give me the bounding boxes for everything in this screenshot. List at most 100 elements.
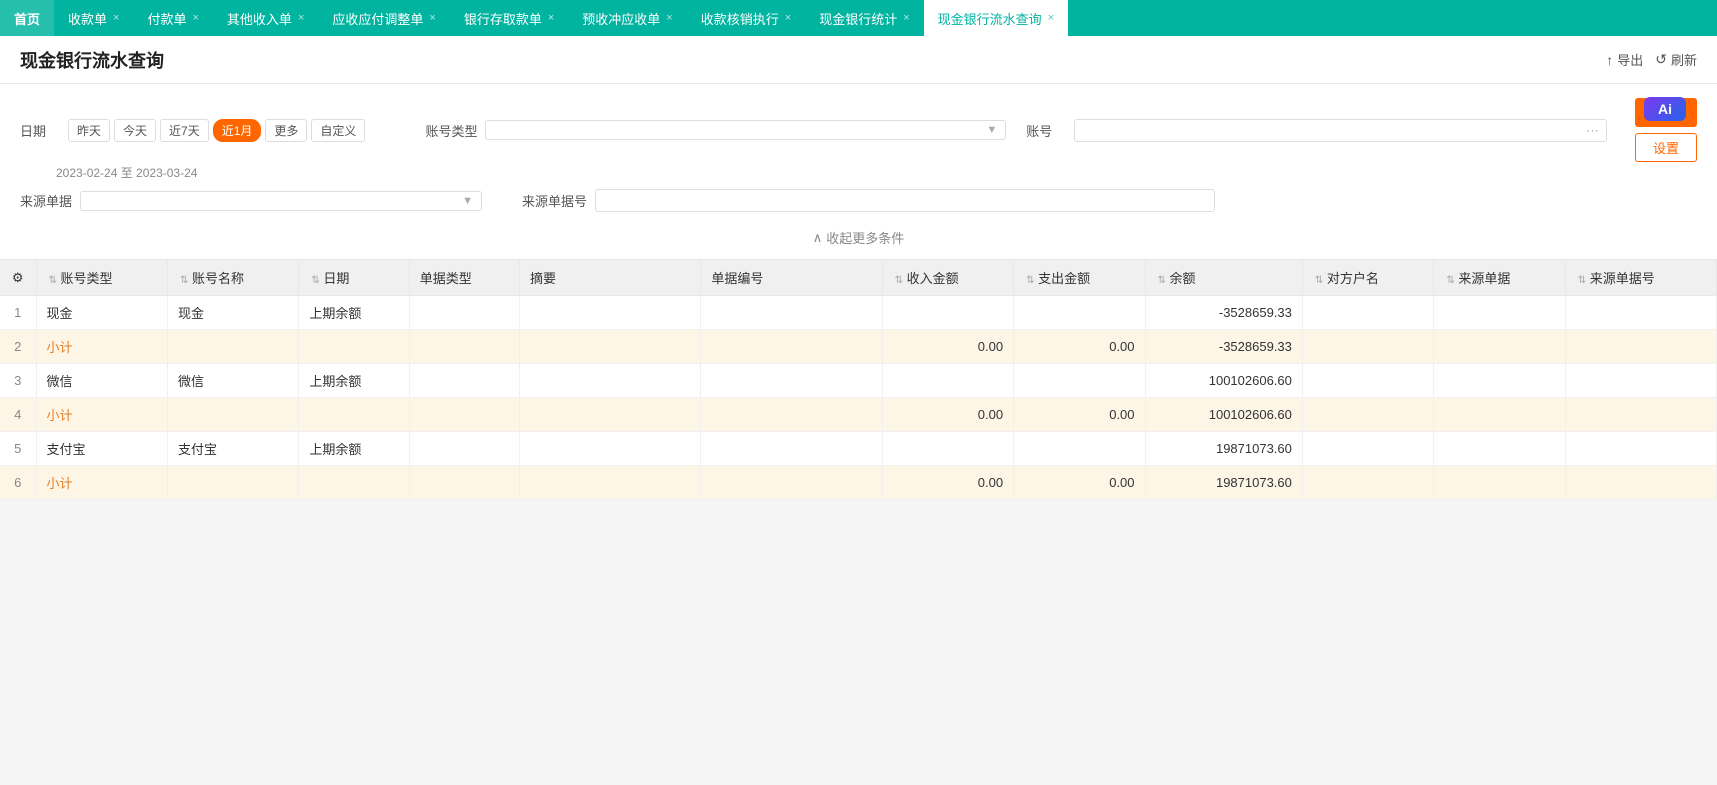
counterpart-cell [1302,364,1433,398]
income-cell [882,432,1013,466]
doc-type-cell [409,364,519,398]
balance-cell: 100102606.60 [1145,398,1302,432]
date-more[interactable]: 更多 [265,119,307,142]
doc-type-cell [409,330,519,364]
sort-icon: ⇅ [180,275,188,286]
nav-cash-bank-stat[interactable]: 现金银行统计 × [805,0,923,36]
summary-cell [520,466,701,500]
source-doc-cell [1434,330,1565,364]
date-today[interactable]: 今天 [114,119,156,142]
th-gear[interactable]: ⚙ [0,260,36,296]
ai-badge[interactable]: Ai [1644,97,1686,121]
account-input[interactable] [1074,119,1607,142]
account-type-cell: 小计 [36,330,167,364]
close-icon[interactable]: × [429,12,435,24]
th-balance[interactable]: ⇅ 余额 [1145,260,1302,296]
doc-num-cell [701,296,882,330]
source-doc-num-cell [1565,330,1716,364]
filter-area: 日期 昨天 今天 近7天 近1月 更多 自定义 账号类型 ▼ 账号 ··· [0,84,1717,260]
sort-icon: ⇅ [1158,275,1166,286]
date-7days[interactable]: 近7天 [160,119,209,142]
sort-icon: ⇅ [1026,275,1034,286]
th-account-name[interactable]: ⇅ 账号名称 [167,260,298,296]
account-name-cell: 微信 [167,364,298,398]
nav-receipt-writeoff[interactable]: 收款核销执行 × [687,0,805,36]
nav-home[interactable]: 首页 [0,0,54,36]
nav-receipt[interactable]: 收款单 × [54,0,133,36]
close-icon[interactable]: × [192,12,198,24]
th-date[interactable]: ⇅ 日期 [299,260,409,296]
sort-icon: ⇅ [895,275,903,286]
table-row: 1现金现金上期余额-3528659.33 [0,296,1717,330]
nav-bank-deposit[interactable]: 银行存取款单 × [450,0,568,36]
doc-type-cell [409,398,519,432]
filter-row-2: 来源单据 ▼ 来源单据号 [20,189,1697,212]
filter-row-1: 日期 昨天 今天 近7天 近1月 更多 自定义 账号类型 ▼ 账号 ··· [20,98,1697,162]
th-counterpart[interactable]: ⇅ 对方户名 [1302,260,1433,296]
chevron-down-icon: ▼ [462,195,473,207]
balance-cell: 19871073.60 [1145,466,1302,500]
settings-button[interactable]: 设置 [1635,133,1697,162]
nav-payment[interactable]: 付款单 × [133,0,212,36]
th-account-type[interactable]: ⇅ 账号类型 [36,260,167,296]
source-doc-num-cell [1565,296,1716,330]
table-body: 1现金现金上期余额-3528659.332小计0.000.00-3528659.… [0,296,1717,500]
th-summary: 摘要 [520,260,701,296]
account-type-label: 账号类型 [425,121,477,140]
date-custom[interactable]: 自定义 [311,119,365,142]
date-yesterday[interactable]: 昨天 [68,119,110,142]
collapse-bar[interactable]: ∧ 收起更多条件 [20,222,1697,249]
summary-cell [520,330,701,364]
source-doc-select[interactable]: ▼ [80,191,482,211]
nav-ar-ap-adjust[interactable]: 应收应付调整单 × [318,0,449,36]
account-type-cell: 支付宝 [36,432,167,466]
source-doc-label: 来源单据 [20,191,72,210]
source-doc-num-cell [1565,432,1716,466]
account-type-cell: 微信 [36,364,167,398]
account-type-select[interactable]: ▼ [485,120,1006,140]
expense-cell [1014,296,1145,330]
close-icon[interactable]: × [113,12,119,24]
income-cell: 0.00 [882,466,1013,500]
doc-num-cell [701,432,882,466]
close-icon[interactable]: × [548,12,554,24]
date-1month[interactable]: 近1月 [213,119,262,142]
doc-num-cell [701,398,882,432]
source-doc-cell [1434,364,1565,398]
income-cell: 0.00 [882,398,1013,432]
th-expense[interactable]: ⇅ 支出金额 [1014,260,1145,296]
counterpart-cell [1302,330,1433,364]
doc-num-cell [701,364,882,398]
th-source-doc-num[interactable]: ⇅ 来源单据号 [1565,260,1716,296]
export-button[interactable]: ↑ 导出 [1606,50,1643,69]
close-icon[interactable]: × [1048,12,1054,24]
table-row: 5支付宝支付宝上期余额19871073.60 [0,432,1717,466]
account-more-icon[interactable]: ··· [1586,123,1599,138]
close-icon[interactable]: × [785,12,791,24]
account-type-cell: 现金 [36,296,167,330]
close-icon[interactable]: × [666,12,672,24]
chevron-up-icon: ∧ [813,230,823,246]
close-icon[interactable]: × [298,12,304,24]
source-doc-num-input[interactable] [595,189,1215,212]
collapse-label: 收起更多条件 [826,228,904,247]
source-doc-cell [1434,398,1565,432]
nav-other-income[interactable]: 其他收入单 × [213,0,318,36]
expense-cell: 0.00 [1014,330,1145,364]
balance-cell: 19871073.60 [1145,432,1302,466]
nav-cash-bank-query[interactable]: 现金银行流水查询 × [924,0,1068,36]
income-cell [882,364,1013,398]
account-input-wrapper: ··· [1074,119,1607,142]
th-source-doc[interactable]: ⇅ 来源单据 [1434,260,1565,296]
refresh-button[interactable]: ↺ 刷新 [1655,50,1697,69]
doc-num-cell [701,466,882,500]
source-doc-cell [1434,296,1565,330]
sort-icon: ⇅ [311,275,319,286]
doc-type-cell [409,432,519,466]
th-doc-num: 单据编号 [701,260,882,296]
date-cell: 上期余额 [299,364,409,398]
th-income[interactable]: ⇅ 收入金额 [882,260,1013,296]
close-icon[interactable]: × [903,12,909,24]
table-wrapper: ⚙ ⇅ 账号类型 ⇅ 账号名称 ⇅ 日期 单据类型 摘要 单据编号 ⇅ [0,260,1717,500]
nav-prepaid-offset[interactable]: 预收冲应收单 × [568,0,686,36]
